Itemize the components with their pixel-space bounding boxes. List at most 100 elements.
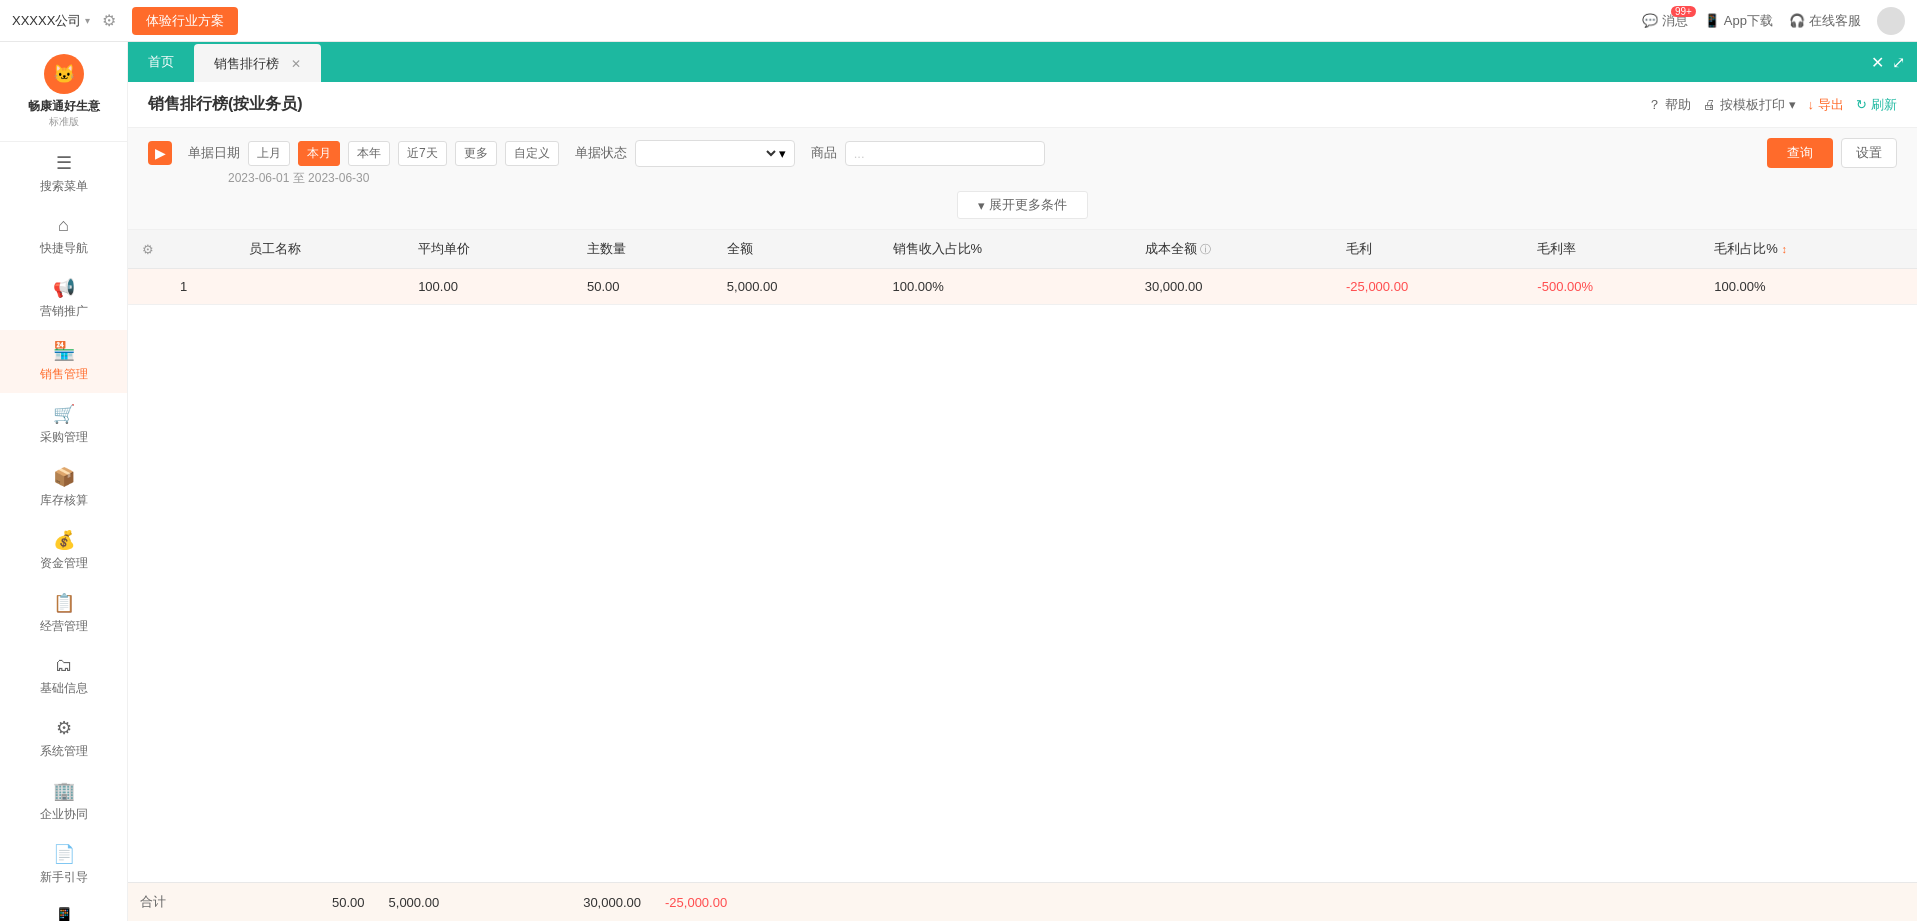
status-filter-label: 单据状态 xyxy=(575,144,627,162)
refresh-icon: ↻ xyxy=(1856,97,1867,112)
export-button[interactable]: ↓ 导出 xyxy=(1808,96,1845,114)
headset-icon: 🎧 xyxy=(1789,13,1805,28)
sidebar-item-purchase[interactable]: 🛒 采购管理 xyxy=(0,393,127,456)
col-settings[interactable]: ⚙ xyxy=(128,230,168,269)
topbar: XXXXX公司 ▾ ⚙ 体验行业方案 💬 消息 99+ 📱 App下载 🎧 在线… xyxy=(0,0,1917,42)
table-footer: 合计 50.00 5,000.00 30,000.00 -25,000.00 xyxy=(128,882,1917,921)
data-table: ⚙ 员工名称 平均单价 主数量 全额 销售收入占比% 成本全额 ⓘ 毛利 毛利率… xyxy=(128,230,1917,305)
trial-button[interactable]: 体验行业方案 xyxy=(132,7,238,35)
sidebar-item-system[interactable]: ⚙ 系统管理 xyxy=(0,707,127,770)
col-amount: 全额 xyxy=(715,230,881,269)
tab-home-label: 首页 xyxy=(148,53,174,71)
sidebar-item-enterprise[interactable]: 🏢 企业协同 xyxy=(0,770,127,833)
apps-icon: 📱 xyxy=(53,906,75,921)
setting-button[interactable]: 设置 xyxy=(1841,138,1897,168)
online-label: 在线客服 xyxy=(1809,12,1861,30)
sidebar-item-finance[interactable]: 💰 资金管理 xyxy=(0,519,127,582)
filter-date-item: 单据日期 上月 本月 本年 近7天 更多 自定义 xyxy=(188,141,559,166)
table-container: ⚙ 员工名称 平均单价 主数量 全额 销售收入占比% 成本全额 ⓘ 毛利 毛利率… xyxy=(128,230,1917,882)
col-sales-pct: 销售收入占比% xyxy=(881,230,1133,269)
sidebar-item-guide[interactable]: 📄 新手引导 xyxy=(0,833,127,896)
date-btn-custom[interactable]: 自定义 xyxy=(505,141,559,166)
sidebar-item-operations[interactable]: 📋 经营管理 xyxy=(0,582,127,645)
query-button[interactable]: 查询 xyxy=(1767,138,1833,168)
logo-icon: 🐱 xyxy=(44,54,84,94)
col-profit-rate: 毛利率 xyxy=(1525,230,1702,269)
col-name: 员工名称 xyxy=(237,230,406,269)
message-badge: 99+ xyxy=(1671,6,1696,17)
date-btn-more[interactable]: 更多 xyxy=(455,141,497,166)
cell-sales-pct: 100.00% xyxy=(881,269,1133,305)
message-button[interactable]: 💬 消息 99+ xyxy=(1642,12,1688,30)
finance-icon: 💰 xyxy=(53,529,75,551)
sidebar-label-marketing: 营销推广 xyxy=(40,303,88,320)
app-download-button[interactable]: 📱 App下载 xyxy=(1704,12,1773,30)
app-label: App下载 xyxy=(1724,12,1773,30)
cell-amount: 5,000.00 xyxy=(715,269,881,305)
help-label: 帮助 xyxy=(1665,96,1691,114)
table-row: 1 100.00 50.00 5,000.00 100.00% 30,000.0… xyxy=(128,269,1917,305)
status-select[interactable] xyxy=(644,145,779,162)
footer-label: 合计 xyxy=(140,893,220,911)
refresh-button[interactable]: ↻ 刷新 xyxy=(1856,96,1897,114)
date-filter-label: 单据日期 xyxy=(188,144,240,162)
date-range-display: 2023-06-01 至 2023-06-30 xyxy=(148,168,1897,187)
table-body: 1 100.00 50.00 5,000.00 100.00% 30,000.0… xyxy=(128,269,1917,305)
sidebar-item-apps[interactable]: 📱 应用中心 xyxy=(0,896,127,921)
sidebar: 🐱 畅康通好生意 标准版 ☰ 搜索菜单 ⌂ 快捷导航 📢 营销推广 🏪 销售管理… xyxy=(0,42,128,921)
expand-more-btn[interactable]: ▾ 展开更多条件 xyxy=(957,191,1088,219)
col-profit-pct: 毛利占比% ↕ xyxy=(1702,230,1917,269)
tab-close-icon[interactable]: ✕ xyxy=(291,57,301,71)
cell-profit-pct: 100.00% xyxy=(1702,269,1917,305)
date-btn-last-month[interactable]: 上月 xyxy=(248,141,290,166)
app-icon: 📱 xyxy=(1704,13,1720,28)
date-btn-this-year[interactable]: 本年 xyxy=(348,141,390,166)
help-button[interactable]: ？ 帮助 xyxy=(1648,96,1691,114)
col-profit: 毛利 xyxy=(1334,230,1525,269)
tab-sales-rank-label: 销售排行榜 xyxy=(214,55,279,73)
tabbar-right: ✕ ⤢ xyxy=(1871,53,1917,72)
goods-more-icon: ... xyxy=(854,146,865,161)
tabbar-close-icon[interactable]: ✕ xyxy=(1871,53,1884,72)
sidebar-item-sales[interactable]: 🏪 销售管理 xyxy=(0,330,127,393)
goods-input[interactable]: ... xyxy=(845,141,1045,166)
enterprise-icon: 🏢 xyxy=(53,780,75,802)
sidebar-label-finance: 资金管理 xyxy=(40,555,88,572)
page: 销售排行榜(按业务员) ？ 帮助 🖨 按模板打印 ▾ ↓ 导出 xyxy=(128,82,1917,921)
sidebar-item-search[interactable]: ☰ 搜索菜单 xyxy=(0,142,127,205)
filter-goods-item: 商品 ... xyxy=(811,141,1045,166)
status-select-wrap[interactable]: ▾ xyxy=(635,140,795,167)
sidebar-item-marketing[interactable]: 📢 营销推广 xyxy=(0,267,127,330)
main-content: 首页 销售排行榜 ✕ ✕ ⤢ 销售排行榜(按业务员) ？ 帮助 xyxy=(128,42,1917,921)
sidebar-item-basic[interactable]: 🗂 基础信息 xyxy=(0,645,127,707)
date-btn-this-month[interactable]: 本月 xyxy=(298,141,340,166)
user-avatar[interactable] xyxy=(1877,7,1905,35)
filter-bar: ▶ 单据日期 上月 本月 本年 近7天 更多 自定义 单据状态 xyxy=(128,128,1917,230)
goods-filter-label: 商品 xyxy=(811,144,837,162)
cell-qty: 50.00 xyxy=(575,269,715,305)
sidebar-item-quick[interactable]: ⌂ 快捷导航 xyxy=(0,205,127,267)
row-settings xyxy=(128,269,168,305)
tab-sales-rank[interactable]: 销售排行榜 ✕ xyxy=(194,44,321,84)
online-service-button[interactable]: 🎧 在线客服 xyxy=(1789,12,1861,30)
cell-avg-price: 100.00 xyxy=(406,269,575,305)
company-selector[interactable]: XXXXX公司 ▾ xyxy=(12,12,90,30)
expand-label: 展开更多条件 xyxy=(989,196,1067,214)
cost-info-icon[interactable]: ⓘ xyxy=(1200,243,1211,255)
message-icon: 💬 xyxy=(1642,13,1658,28)
profit-pct-sort-icon[interactable]: ↕ xyxy=(1781,243,1787,255)
topbar-right: 💬 消息 99+ 📱 App下载 🎧 在线客服 xyxy=(1642,7,1905,35)
filter-expand-arrow[interactable]: ▶ xyxy=(148,141,172,165)
topbar-settings-icon[interactable]: ⚙ xyxy=(102,11,116,30)
print-button[interactable]: 🖨 按模板打印 ▾ xyxy=(1703,96,1796,114)
tab-home[interactable]: 首页 xyxy=(128,42,194,82)
company-name: XXXXX公司 xyxy=(12,12,81,30)
page-header: 销售排行榜(按业务员) ？ 帮助 🖨 按模板打印 ▾ ↓ 导出 xyxy=(128,82,1917,128)
footer-amount: 5,000.00 xyxy=(377,895,452,910)
tabbar-maximize-icon[interactable]: ⤢ xyxy=(1892,53,1905,72)
date-btn-7days[interactable]: 近7天 xyxy=(398,141,447,166)
main-layout: 🐱 畅康通好生意 标准版 ☰ 搜索菜单 ⌂ 快捷导航 📢 营销推广 🏪 销售管理… xyxy=(0,42,1917,921)
sidebar-logo: 🐱 畅康通好生意 标准版 xyxy=(0,42,127,142)
logo-sub: 标准版 xyxy=(49,115,79,129)
sidebar-item-inventory[interactable]: 📦 库存核算 xyxy=(0,456,127,519)
